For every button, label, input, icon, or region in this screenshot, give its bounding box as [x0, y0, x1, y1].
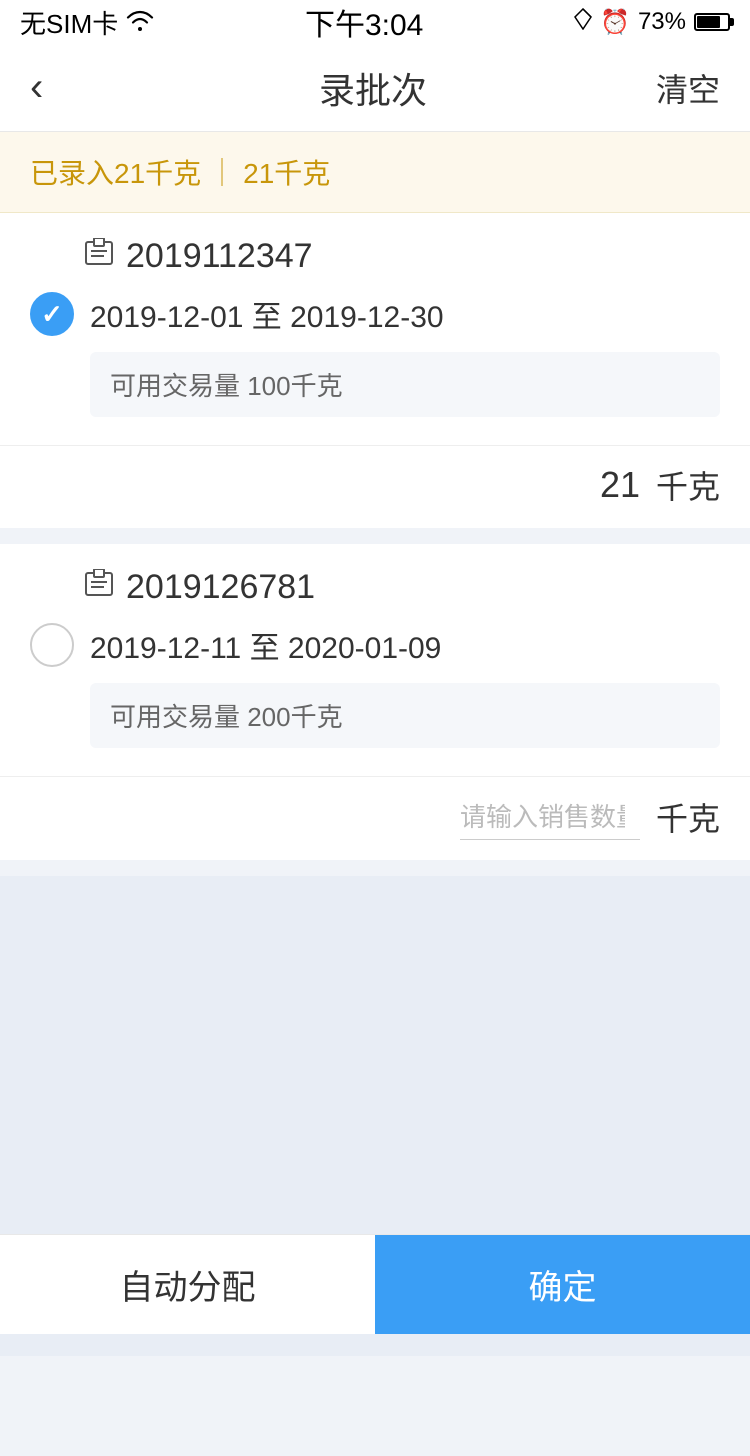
- confirm-button[interactable]: 确定: [375, 1235, 750, 1334]
- battery-icon: [694, 13, 730, 31]
- clear-button[interactable]: 清空: [656, 65, 720, 111]
- radio-2[interactable]: [30, 623, 74, 667]
- batch-date-row-1[interactable]: 2019-12-01 至 2019-12-30: [30, 292, 720, 336]
- batch-input-row-2: 千克: [0, 776, 750, 860]
- summary-divider: [221, 158, 223, 186]
- entered-summary: 已录入21千克: [30, 152, 201, 192]
- auto-distribute-button[interactable]: 自动分配: [0, 1235, 375, 1334]
- batch-card-1-inner: 2019112347 2019-12-01 至 2019-12-30 可用交易量…: [0, 213, 750, 437]
- bottom-bar: 自动分配 确定: [0, 1234, 750, 1334]
- summary-bar: 已录入21千克 21千克: [0, 132, 750, 213]
- status-left: 无SIM卡: [20, 4, 154, 41]
- batch-id-2: 2019126781: [126, 568, 315, 607]
- card-separator-2: [0, 860, 750, 876]
- wifi-icon: [126, 7, 154, 38]
- nav-bar: ‹ 录批次 清空: [0, 44, 750, 132]
- status-right: ⏰ 73%: [574, 8, 730, 37]
- batch-card-2-inner: 2019126781 2019-12-11 至 2020-01-09 可用交易量…: [0, 544, 750, 768]
- battery-percent: 73%: [638, 8, 686, 36]
- carrier-text: 无SIM卡: [20, 4, 118, 41]
- batch-id-row-2: 2019126781: [30, 568, 720, 607]
- page-title: 录批次: [319, 62, 427, 114]
- batch-date-1: 2019-12-01 至 2019-12-30: [90, 292, 444, 336]
- total-summary: 21千克: [243, 152, 330, 192]
- batch-id-1: 2019112347: [126, 237, 313, 276]
- batch-input-row-1: 21 千克: [0, 445, 750, 528]
- batch-icon-1: [84, 238, 118, 276]
- batch-qty-1: 21: [600, 464, 640, 506]
- time-display: 下午3:04: [305, 0, 423, 44]
- batch-avail-2: 可用交易量 200千克: [90, 683, 720, 748]
- batch-id-row-1: 2019112347: [30, 237, 720, 276]
- batch-date-row-2[interactable]: 2019-12-11 至 2020-01-09: [30, 623, 720, 667]
- batch-unit-2: 千克: [656, 794, 720, 840]
- location-icon: [574, 8, 592, 37]
- batch-unit-1: 千克: [656, 462, 720, 508]
- radio-1[interactable]: [30, 292, 74, 336]
- batch-avail-1: 可用交易量 100千克: [90, 352, 720, 417]
- batch-date-2: 2019-12-11 至 2020-01-09: [90, 623, 441, 667]
- batch-card-2: 2019126781 2019-12-11 至 2020-01-09 可用交易量…: [0, 544, 750, 860]
- batch-qty-input-2[interactable]: [460, 793, 640, 840]
- card-separator-1: [0, 528, 750, 544]
- back-button[interactable]: ‹: [30, 65, 90, 110]
- status-bar: 无SIM卡 下午3:04 ⏰ 73%: [0, 0, 750, 44]
- batch-card-1: 2019112347 2019-12-01 至 2019-12-30 可用交易量…: [0, 213, 750, 528]
- batch-icon-2: [84, 569, 118, 607]
- alarm-icon: ⏰: [600, 8, 630, 37]
